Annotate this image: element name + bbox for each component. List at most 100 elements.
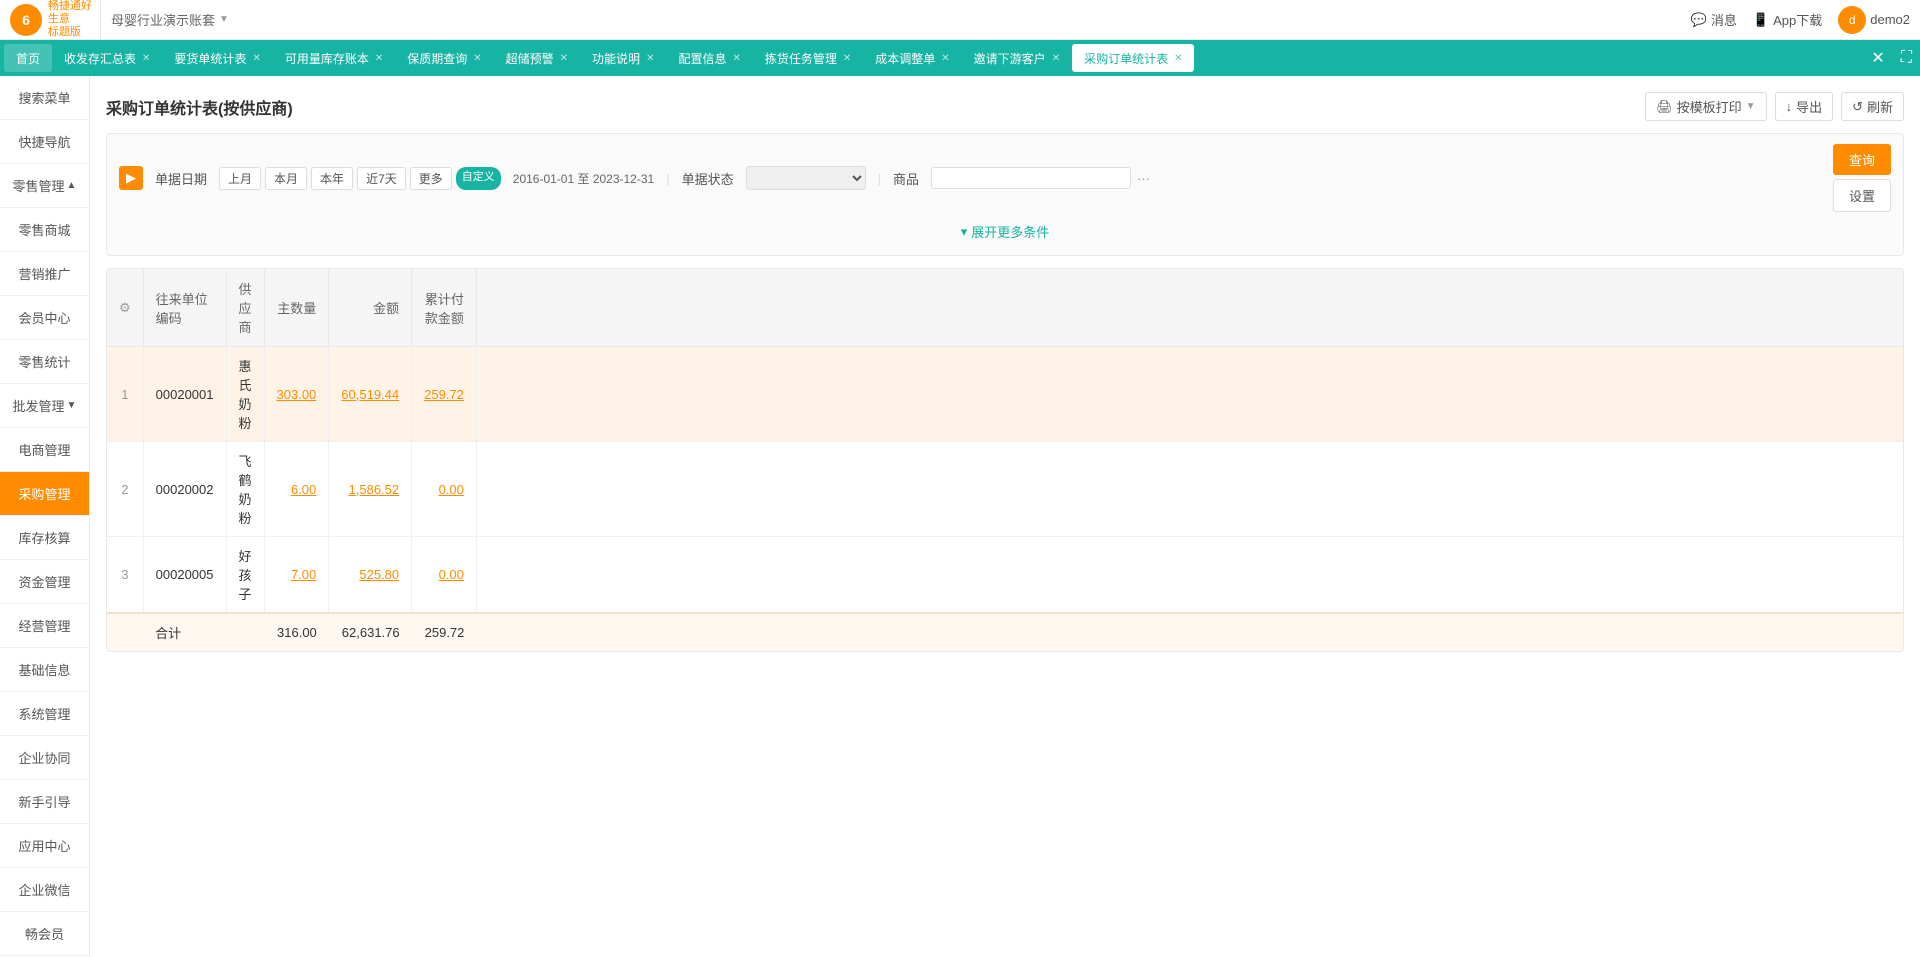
td-quantity[interactable]: 7.00 xyxy=(264,537,329,614)
message-btn[interactable]: 💬 消息 xyxy=(1691,10,1737,29)
td-amount[interactable]: 525.80 xyxy=(329,537,412,614)
tab-close-icon[interactable]: ✕ xyxy=(375,53,383,64)
nav-expand-btn[interactable]: ⛶ xyxy=(1897,49,1916,67)
tab-chenben[interactable]: 成本调整单 ✕ xyxy=(863,44,961,72)
sidebar-item-search[interactable]: 搜索菜单 xyxy=(0,76,89,120)
tab-close-icon[interactable]: ✕ xyxy=(252,53,260,64)
tab-home[interactable]: 首页 xyxy=(4,44,52,72)
td-footer-label: 合计 xyxy=(143,613,264,651)
filter-last-month[interactable]: 上月 xyxy=(219,167,261,190)
sidebar-item-operation[interactable]: 经营管理 xyxy=(0,604,89,648)
gear-icon[interactable]: ⚙ xyxy=(119,300,131,315)
sidebar-item-quicknav[interactable]: 快捷导航 xyxy=(0,120,89,164)
tab-close-icon[interactable]: ✕ xyxy=(1174,53,1182,64)
workspace-selector[interactable]: 母婴行业演示账套 ▼ xyxy=(100,0,1691,39)
tab-close-icon[interactable]: ✕ xyxy=(560,53,568,64)
sidebar-item-retail-mgmt[interactable]: 零售管理 ▲ xyxy=(0,164,89,208)
sidebar-item-marketing[interactable]: 营销推广 xyxy=(0,252,89,296)
th-paid: 累计付款金额 xyxy=(412,269,477,347)
filter-area: ▶ 单据日期 上月 本月 本年 近7天 更多 自定义 2016-01-01 至 … xyxy=(106,133,1904,256)
goods-input-wrap: ··· xyxy=(931,167,1150,189)
ellipsis-icon[interactable]: ··· xyxy=(1137,171,1150,186)
sidebar-item-retail-stats[interactable]: 零售统计 xyxy=(0,340,89,384)
sidebar-item-label: 应用中心 xyxy=(18,839,70,854)
td-paid[interactable]: 0.00 xyxy=(412,442,477,537)
tab-close-icon[interactable]: ✕ xyxy=(843,53,851,64)
tab-close-icon[interactable]: ✕ xyxy=(732,53,740,64)
sidebar-item-newguide[interactable]: 新手引导 xyxy=(0,780,89,824)
tab-close-icon[interactable]: ✕ xyxy=(142,53,150,64)
goods-input[interactable] xyxy=(931,167,1131,189)
sidebar-item-basic-info[interactable]: 基础信息 xyxy=(0,648,89,692)
sidebar-item-finance[interactable]: 资金管理 xyxy=(0,560,89,604)
expand-more-button[interactable]: ▾ 展开更多条件 xyxy=(949,218,1062,245)
sidebar-item-member2[interactable]: 畅会员 xyxy=(0,912,89,956)
td-amount[interactable]: 60,519.44 xyxy=(329,347,412,442)
workspace-chevron: ▼ xyxy=(219,14,229,25)
tab-baozhi[interactable]: 保质期查询 ✕ xyxy=(395,44,493,72)
top-right: 💬 消息 📱 App下载 d demo2 xyxy=(1691,6,1910,34)
export-button[interactable]: ↓ 导出 xyxy=(1775,92,1834,121)
app-download-btn[interactable]: 📱 App下载 xyxy=(1753,10,1822,29)
td-amount[interactable]: 1,586.52 xyxy=(329,442,412,537)
filter-this-month[interactable]: 本月 xyxy=(265,167,307,190)
logo-area: 6 畅捷通好生意 标题版 xyxy=(10,0,100,39)
tab-yaohuo[interactable]: 要货单统计表 ✕ xyxy=(162,44,272,72)
tab-label: 配置信息 xyxy=(678,50,726,67)
sidebar-item-member[interactable]: 会员中心 xyxy=(0,296,89,340)
tab-caigou[interactable]: 采购订单统计表 ✕ xyxy=(1072,44,1194,72)
sidebar-item-collab[interactable]: 企业协同 xyxy=(0,736,89,780)
tab-yaoqing[interactable]: 邀请下游客户 ✕ xyxy=(962,44,1072,72)
user-profile[interactable]: d demo2 xyxy=(1838,6,1910,34)
sidebar-item-ecommerce[interactable]: 电商管理 xyxy=(0,428,89,472)
settings-button[interactable]: 设置 xyxy=(1833,179,1891,212)
sidebar-item-label: 零售统计 xyxy=(18,355,70,370)
filter-this-year[interactable]: 本年 xyxy=(311,167,353,190)
query-button[interactable]: 查询 xyxy=(1833,144,1891,175)
tab-keyongliang[interactable]: 可用量库存账本 ✕ xyxy=(273,44,395,72)
filter-7days[interactable]: 近7天 xyxy=(357,167,406,190)
tab-chaochuyujing[interactable]: 超储预警 ✕ xyxy=(494,44,580,72)
custom-badge: 自定义 xyxy=(456,167,501,190)
print-button[interactable]: 🖨 按模板打印 ▼ xyxy=(1645,92,1766,121)
status-select[interactable] xyxy=(746,166,866,190)
chevron-down-icon: ▲ xyxy=(67,180,77,191)
sidebar-item-label: 基础信息 xyxy=(18,663,70,678)
tab-label: 采购订单统计表 xyxy=(1084,50,1168,67)
tab-peizhi[interactable]: 配置信息 ✕ xyxy=(666,44,752,72)
filter-toggle[interactable]: ▶ xyxy=(119,166,143,190)
td-quantity[interactable]: 303.00 xyxy=(264,347,329,442)
sidebar-item-wechat[interactable]: 企业微信 xyxy=(0,868,89,912)
layout: 搜索菜单 快捷导航 零售管理 ▲ 零售商城 营销推广 会员中心 零售统计 批发管… xyxy=(0,76,1920,957)
sidebar-item-retail-shop[interactable]: 零售商城 xyxy=(0,208,89,252)
sidebar-item-inventory[interactable]: 库存核算 xyxy=(0,516,89,560)
sidebar-item-label: 畅会员 xyxy=(25,927,64,942)
workspace-label: 母婴行业演示账套 xyxy=(111,10,215,29)
nav-close-btn[interactable]: ✕ xyxy=(1867,48,1888,68)
td-spacer xyxy=(476,537,1903,614)
tab-jianhuo[interactable]: 拣货任务管理 ✕ xyxy=(753,44,863,72)
filter-right-actions: 查询 设置 xyxy=(1833,144,1891,212)
refresh-button[interactable]: ↺ 刷新 xyxy=(1841,92,1904,121)
data-table-wrapper: ⚙ 往来单位编码 供应商 主数量 金额 累计付款金额 1 xyxy=(106,268,1904,652)
filter-more-time[interactable]: 更多 xyxy=(410,167,452,190)
sidebar-item-purchase[interactable]: 采购管理 xyxy=(0,472,89,516)
td-paid[interactable]: 259.72 xyxy=(412,347,477,442)
chevron-down-icon: ▼ xyxy=(67,400,77,411)
th-spacer xyxy=(476,269,1903,347)
tab-close-icon[interactable]: ✕ xyxy=(646,53,654,64)
tab-close-icon[interactable]: ✕ xyxy=(1052,53,1060,64)
sidebar-item-appcenter[interactable]: 应用中心 xyxy=(0,824,89,868)
td-quantity[interactable]: 6.00 xyxy=(264,442,329,537)
tab-shoufacun[interactable]: 收发存汇总表 ✕ xyxy=(52,44,162,72)
tab-gongneng[interactable]: 功能说明 ✕ xyxy=(580,44,666,72)
avatar: d xyxy=(1838,6,1866,34)
td-paid[interactable]: 0.00 xyxy=(412,537,477,614)
sidebar-item-system[interactable]: 系统管理 xyxy=(0,692,89,736)
tab-close-icon[interactable]: ✕ xyxy=(941,53,949,64)
sidebar-item-label: 搜索菜单 xyxy=(18,91,70,106)
logo-text: 畅捷通好生意 标题版 xyxy=(48,0,100,39)
td-code: 00020002 xyxy=(143,442,226,537)
tab-close-icon[interactable]: ✕ xyxy=(473,53,481,64)
sidebar-item-wholesale[interactable]: 批发管理 ▼ xyxy=(0,384,89,428)
